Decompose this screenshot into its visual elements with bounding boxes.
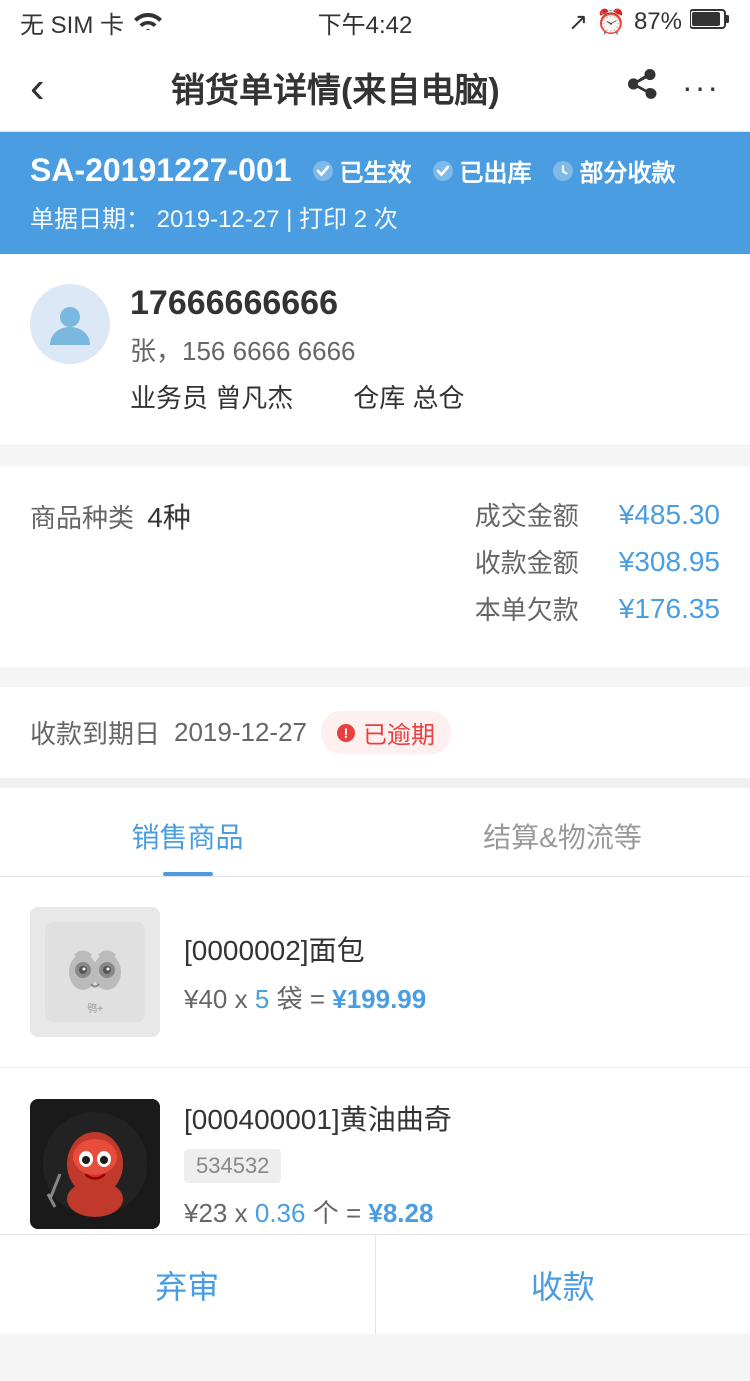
owed-amount-label: 本单欠款 [475, 590, 579, 627]
due-date-label: 收款到期日 [30, 714, 160, 751]
product-price-2: ¥23 x 0.36 个 = ¥8.28 [184, 1193, 720, 1230]
received-amount-value: ¥308.95 [619, 546, 720, 578]
cancel-audit-button[interactable]: 弃审 [0, 1235, 376, 1334]
battery-icon [690, 8, 730, 37]
nav-bar: ‹ 销货单详情(来自电脑) ··· [0, 44, 750, 132]
product-qty-2: 0.36 [255, 1198, 306, 1228]
location-icon: ↗ [568, 8, 588, 37]
order-id: SA-20191227-001 [30, 152, 292, 189]
tab-bar: 销售商品 结算&物流等 [0, 788, 750, 877]
product-name-2: [000400001]黄油曲奇 [184, 1098, 720, 1138]
nav-actions: ··· [626, 68, 720, 108]
overdue-badge: ! 已逾期 [321, 711, 451, 754]
tab-sales-products[interactable]: 销售商品 [0, 788, 375, 876]
deal-amount-label: 成交金额 [475, 496, 579, 533]
customer-info: 17666666666 张，156 6666 6666 业务员 曾凡杰 仓库 总… [130, 284, 720, 415]
product-image-1: 鸮+ [30, 907, 160, 1037]
order-date-info: 单据日期： 2019-12-27 | 打印 2 次 [30, 199, 720, 234]
wifi-icon [134, 8, 162, 37]
carrier-text: 无 SIM 卡 [20, 5, 124, 40]
status-left: 无 SIM 卡 [20, 5, 162, 40]
product-name-1: [0000002]面包 [184, 929, 720, 969]
received-amount-label: 收款金额 [475, 543, 579, 580]
amount-info: 成交金额 ¥485.30 收款金额 ¥308.95 本单欠款 ¥176.35 [475, 496, 720, 637]
due-date-value: 2019-12-27 [174, 717, 307, 748]
sales-label: 业务员 曾凡杰 [130, 378, 293, 415]
customer-id: 17666666666 [130, 284, 720, 323]
customer-avatar [30, 284, 110, 364]
overdue-icon: ! [337, 724, 355, 742]
category-value: 4种 [147, 502, 191, 533]
warehouse-label: 仓库 总仓 [353, 378, 464, 415]
customer-name-phone: 张，156 6666 6666 [130, 331, 720, 368]
page-title: 销货单详情(来自电脑) [171, 63, 500, 112]
product-image-2 [30, 1099, 160, 1229]
status-partial: 部分收款 [552, 153, 676, 188]
status-time: 下午4:42 [318, 5, 413, 40]
category-info: 商品种类 4种 [30, 496, 191, 536]
due-date-section: 收款到期日 2019-12-27 ! 已逾期 [0, 687, 750, 788]
product-list: 鸮+ [0000002]面包 ¥40 x 5 袋 = ¥199.99 [0, 877, 750, 1261]
status-bar: 无 SIM 卡 下午4:42 ↗ ⏰ 87% [0, 0, 750, 44]
customer-meta: 业务员 曾凡杰 仓库 总仓 [130, 378, 720, 415]
summary-section: 商品种类 4种 成交金额 ¥485.30 收款金额 ¥308.95 本单欠款 ¥… [0, 466, 750, 667]
received-amount-row: 收款金额 ¥308.95 [475, 543, 720, 580]
product-info-1: [0000002]面包 ¥40 x 5 袋 = ¥199.99 [184, 929, 720, 1016]
product-sku-2: 534532 [184, 1149, 281, 1183]
back-button[interactable]: ‹ [30, 63, 45, 113]
owed-amount-row: 本单欠款 ¥176.35 [475, 590, 720, 627]
battery-text: 87% [634, 8, 682, 36]
customer-section: 17666666666 张，156 6666 6666 业务员 曾凡杰 仓库 总… [0, 254, 750, 446]
product-item: [000400001]黄油曲奇 534532 ¥23 x 0.36 个 = ¥8… [0, 1068, 750, 1261]
collect-payment-button[interactable]: 收款 [376, 1235, 750, 1334]
svg-text:鸮+: 鸮+ [87, 1002, 103, 1015]
status-effective: 已生效 [312, 153, 412, 188]
bottom-action-bar: 弃审 收款 [0, 1234, 750, 1334]
product-price-1: ¥40 x 5 袋 = ¥199.99 [184, 979, 720, 1016]
owed-amount-value: ¥176.35 [619, 593, 720, 625]
more-icon[interactable]: ··· [682, 69, 720, 106]
tab-settlement[interactable]: 结算&物流等 [375, 788, 750, 876]
product-total-1: ¥199.99 [332, 984, 426, 1014]
product-info-2: [000400001]黄油曲奇 534532 ¥23 x 0.36 个 = ¥8… [184, 1098, 720, 1230]
product-qty-1: 5 [255, 984, 269, 1014]
status-shipped: 已出库 [432, 153, 532, 188]
product-total-2: ¥8.28 [368, 1198, 433, 1228]
status-right: ↗ ⏰ 87% [568, 8, 730, 37]
deal-amount-row: 成交金额 ¥485.30 [475, 496, 720, 533]
overdue-text: 已逾期 [363, 715, 435, 750]
deal-amount-value: ¥485.30 [619, 499, 720, 531]
alarm-icon: ⏰ [596, 8, 626, 37]
order-header: SA-20191227-001 已生效 已出库 部分收款 单据日期： 2019-… [0, 132, 750, 254]
share-icon[interactable] [626, 68, 658, 108]
product-item: 鸮+ [0000002]面包 ¥40 x 5 袋 = ¥199.99 [0, 877, 750, 1068]
